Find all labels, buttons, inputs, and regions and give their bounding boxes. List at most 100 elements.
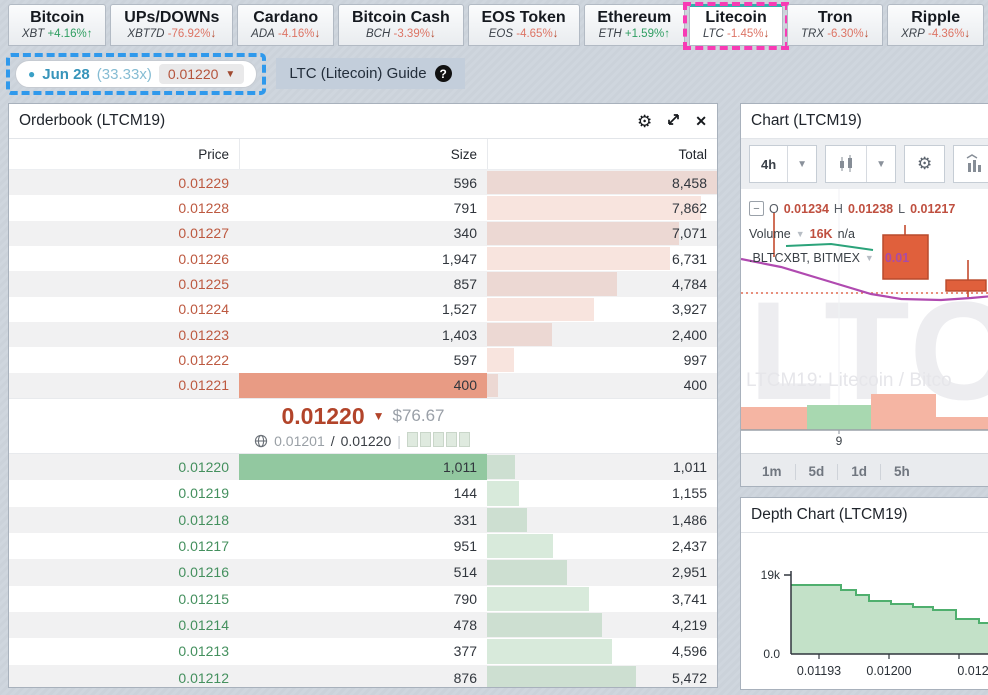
depth-bar <box>487 533 554 559</box>
depth-bar <box>487 221 680 245</box>
tab-bitcoin[interactable]: Bitcoin XBT +4.16%↑ <box>8 4 107 46</box>
interval-dropdown[interactable]: 4h ▼ <box>749 145 818 183</box>
candlestick-chart[interactable]: LTC LTCM19: Litecoin / Bitco 9 − O 0.012… <box>741 189 988 453</box>
orderbook-panel: Orderbook (LTCM19) ⚙ ✕ Price Size Total … <box>8 103 718 688</box>
size-cell: 340 <box>453 225 477 242</box>
price-cell: 0.01227 <box>178 225 229 242</box>
bid-row[interactable]: 0.01220 1,011 1,011 <box>9 454 717 481</box>
column-price: Price <box>198 146 229 162</box>
orderbook-title: Orderbook (LTCM19) <box>19 112 166 129</box>
price-cell: 0.01221 <box>178 377 229 394</box>
close-icon[interactable]: ✕ <box>695 114 707 128</box>
tab-tron[interactable]: Tron TRX -6.30%↓ <box>787 4 884 46</box>
chevron-down-icon[interactable]: ▼ <box>796 229 805 239</box>
contract-leverage: (33.33x) <box>96 65 152 83</box>
range-button-1m[interactable]: 1m <box>749 464 795 479</box>
tab-symbol: EOS <box>488 28 514 40</box>
bid-row[interactable]: 0.01215 790 3,741 <box>9 586 717 612</box>
chart-title: Chart (LTCM19) <box>751 112 862 129</box>
price-cell: 0.01223 <box>178 326 229 343</box>
tab-bitcoin-cash[interactable]: Bitcoin Cash BCH -3.39%↓ <box>338 4 464 46</box>
indicators-button[interactable] <box>953 145 988 183</box>
ohlc-legend: − O 0.01234 H 0.01238 L 0.01217 <box>749 201 955 216</box>
guide-label: LTC (Litecoin) Guide <box>289 65 427 82</box>
bid-row[interactable]: 0.01218 331 1,486 <box>9 506 717 533</box>
tab-label: Cardano <box>253 9 319 26</box>
size-cell: 400 <box>239 372 487 398</box>
arrow-down-icon: ↓ <box>763 28 770 40</box>
contract-price-dropdown[interactable]: 0.01220 ▼ <box>158 64 245 84</box>
total-cell: 3,741 <box>487 586 717 612</box>
low-value: 0.01217 <box>910 201 956 216</box>
tab-change: -76.92% <box>167 28 211 40</box>
depth-chart-header: Depth Chart (LTCM19) <box>741 498 988 533</box>
ask-row[interactable]: 0.01226 1,947 6,731 <box>9 246 717 271</box>
gear-icon[interactable]: ⚙ <box>637 113 652 130</box>
tab-ripple[interactable]: Ripple XRP -4.36%↓ <box>887 4 985 46</box>
instrument-tab-bar: Bitcoin XBT +4.16%↑ UPs/DOWNs XBT7D -76.92%… <box>8 2 985 50</box>
total-cell: 1,155 <box>487 480 717 506</box>
chevron-down-icon[interactable]: ▼ <box>865 253 874 263</box>
ask-row[interactable]: 0.01224 1,527 3,927 <box>9 297 717 322</box>
size-cell: 1,403 <box>441 326 477 343</box>
depth-x-label: 0.012 <box>957 664 988 678</box>
volume-bar <box>807 405 871 430</box>
size-cell: 790 <box>453 590 477 607</box>
column-size: Size <box>239 139 487 169</box>
contract-price: 0.01220 <box>167 66 219 82</box>
contract-selector[interactable]: ● Jun 28 (33.33x) 0.01220 ▼ <box>15 60 258 88</box>
tab-ethereum[interactable]: Ethereum ETH +1.59%↑ <box>583 4 686 46</box>
chart-settings-button[interactable]: ⚙ <box>903 145 946 183</box>
arrow-down-icon: ↓ <box>552 28 559 40</box>
ask-row[interactable]: 0.01222 597 997 <box>9 347 717 372</box>
depth-y-top: 19k <box>761 568 781 582</box>
collapse-icon[interactable]: − <box>749 201 764 216</box>
expand-icon[interactable] <box>667 113 680 130</box>
size-cell: 597 <box>453 351 477 368</box>
depth-chart[interactable]: 19k 0.0 0.01193 0.01200 0.012 <box>741 533 988 689</box>
ask-row[interactable]: 0.01228 791 7,862 <box>9 195 717 220</box>
contract-expiry: Jun 28 <box>42 65 90 83</box>
annotation-highlight-blue: ● Jun 28 (33.33x) 0.01220 ▼ <box>6 53 267 95</box>
tab-cardano[interactable]: Cardano ADA -4.16%↓ <box>237 4 335 46</box>
candle-body <box>945 279 987 292</box>
range-button-5h[interactable]: 5h <box>881 464 923 479</box>
volume-bar <box>741 407 807 430</box>
chart-panel: Chart (LTCM19) 4h ▼ ▼ ⚙ LTC LTCM19: Lite… <box>740 103 988 487</box>
depth-bar <box>487 507 528 532</box>
ask-row[interactable]: 0.01221 400 400 <box>9 372 717 398</box>
tab-eos-token[interactable]: EOS Token EOS -4.65%↓ <box>467 4 580 46</box>
gear-icon: ⚙ <box>916 154 933 173</box>
range-button-1d[interactable]: 1d <box>838 464 880 479</box>
bid-row[interactable]: 0.01213 377 4,596 <box>9 638 717 664</box>
tab-symbol: ETH <box>598 28 622 40</box>
litecoin-guide-button[interactable]: LTC (Litecoin) Guide ? <box>276 58 465 89</box>
total-cell: 2,400 <box>487 322 717 347</box>
column-total: Total <box>487 139 717 169</box>
bid-row[interactable]: 0.01214 478 4,219 <box>9 611 717 639</box>
bid-row[interactable]: 0.01216 514 2,951 <box>9 559 717 586</box>
tab-label: EOS Token <box>481 9 566 26</box>
tab-symbol: LTC <box>702 28 724 40</box>
chart-toolbar: 4h ▼ ▼ ⚙ <box>741 139 988 189</box>
ask-row[interactable]: 0.01229 596 8,458 <box>9 170 717 196</box>
ask-row[interactable]: 0.01223 1,403 2,400 <box>9 321 717 348</box>
bid-row[interactable]: 0.01212 876 5,472 <box>9 664 717 687</box>
size-cell: 331 <box>453 511 477 528</box>
ask-row[interactable]: 0.01227 340 7,071 <box>9 220 717 246</box>
tab-change: -6.30% <box>827 28 864 40</box>
bid-row[interactable]: 0.01217 951 2,437 <box>9 533 717 559</box>
price-cell: 0.01215 <box>178 590 229 607</box>
price-cell: 0.01220 <box>178 459 229 476</box>
total-cell: 4,219 <box>487 612 717 638</box>
total-cell: 7,862 <box>487 195 717 220</box>
ask-row[interactable]: 0.01225 857 4,784 <box>9 271 717 297</box>
tab-litecoin[interactable]: Litecoin LTC -1.45%↓ <box>683 2 790 50</box>
orderbook-header: Orderbook (LTCM19) ⚙ ✕ <box>9 104 717 139</box>
tab-ups-downs[interactable]: UPs/DOWNs XBT7D -76.92%↓ <box>110 4 234 46</box>
bid-row[interactable]: 0.01219 144 1,155 <box>9 480 717 506</box>
range-button-5d[interactable]: 5d <box>796 464 838 479</box>
chart-style-dropdown[interactable]: ▼ <box>825 145 896 183</box>
size-cell: 596 <box>453 174 477 191</box>
tab-change: -4.16% <box>278 28 315 40</box>
